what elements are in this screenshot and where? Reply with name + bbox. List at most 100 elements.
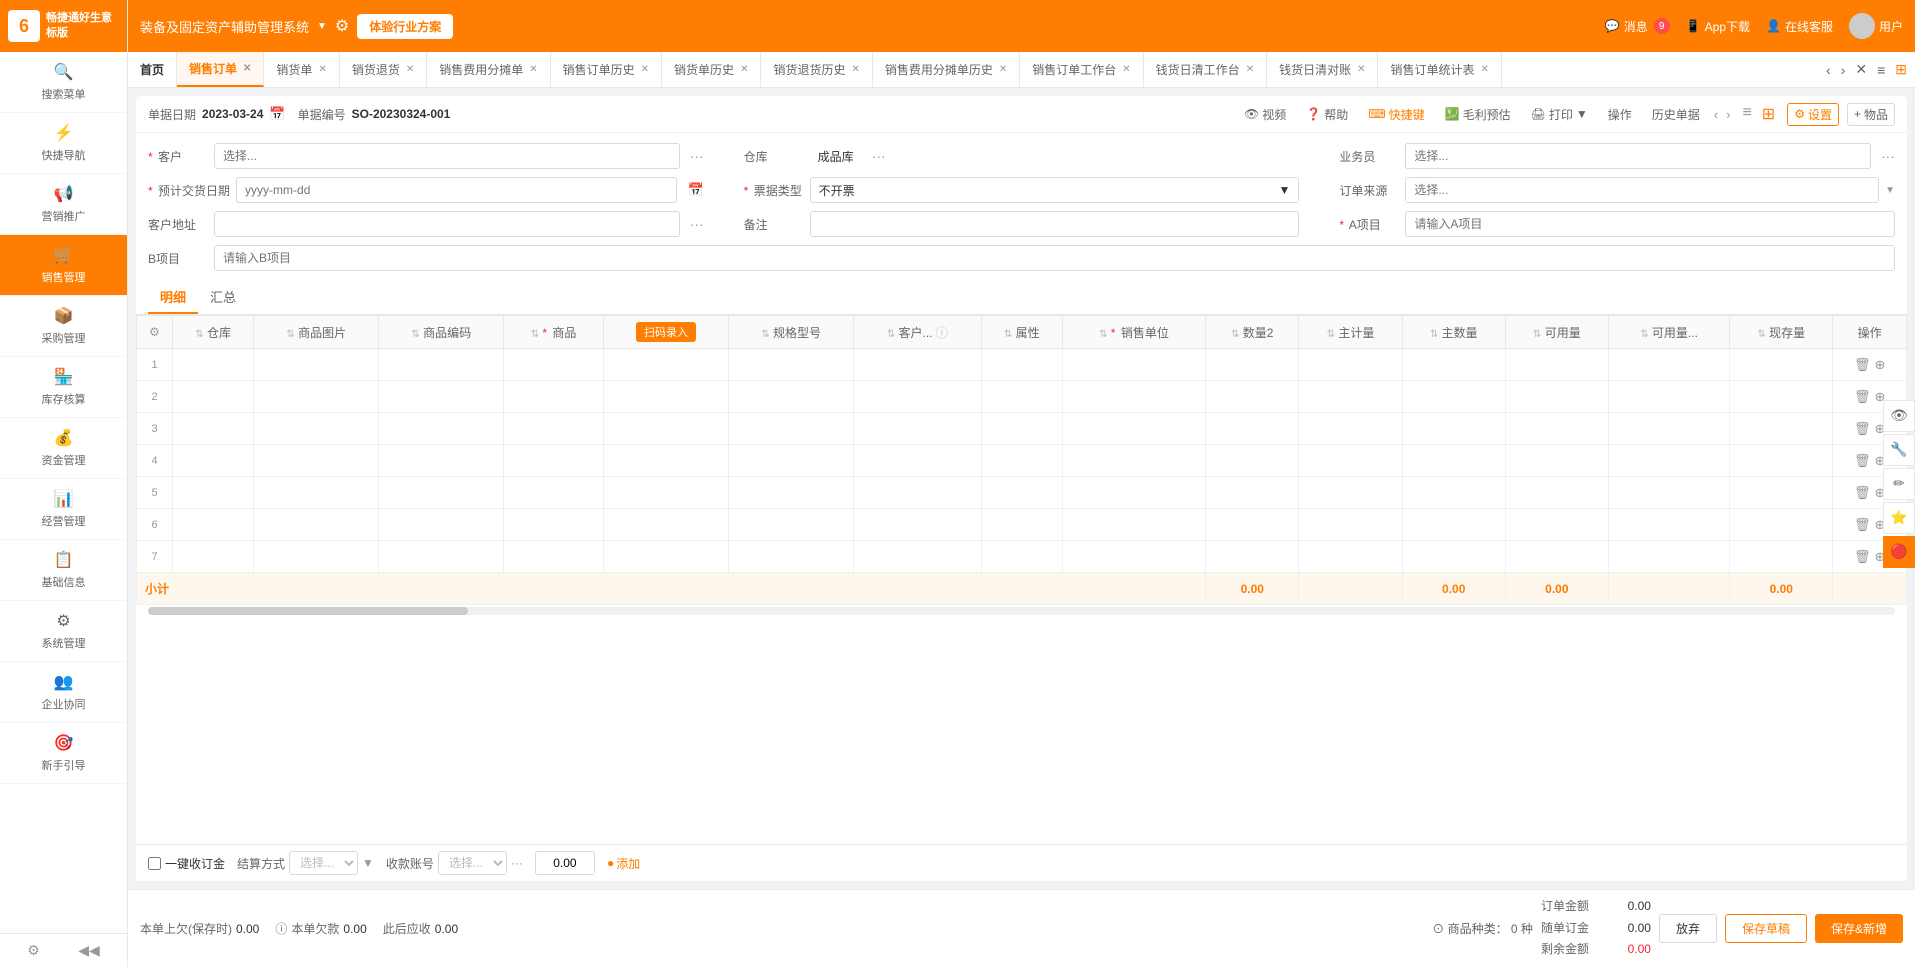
tab-daily-workbench[interactable]: 钱货日清工作台 ✕	[1144, 52, 1267, 87]
shortcut-btn[interactable]: ⌨ 快捷键	[1362, 104, 1430, 125]
settings-bottom-icon[interactable]: ⚙	[27, 942, 40, 959]
tab-home[interactable]: 首页	[128, 52, 177, 87]
sidebar-item-management[interactable]: 📊 经营管理	[0, 479, 127, 540]
profit-btn[interactable]: 💹 毛利预估	[1439, 104, 1517, 125]
tab-close-icon[interactable]: ✕	[1481, 64, 1489, 75]
row-delete-icon[interactable]: 🗑	[1854, 485, 1871, 501]
float-btn-3[interactable]: ✏	[1883, 468, 1915, 500]
invoice-select[interactable]: 不开票 ▼	[810, 177, 1300, 203]
tab-menu-icon[interactable]: ≡	[1873, 60, 1889, 80]
print-btn[interactable]: 🖨 打印 ▼	[1525, 104, 1594, 125]
row-delete-icon[interactable]: 🗑	[1854, 549, 1871, 565]
tab-order-history[interactable]: 销售订单历史 ✕	[551, 52, 662, 87]
next-record-icon[interactable]: ›	[1726, 107, 1730, 122]
scan-button[interactable]: 扫码录入	[636, 322, 696, 342]
system-title-dropdown-icon[interactable]: ▼	[317, 21, 327, 32]
order-source-input[interactable]	[1405, 177, 1879, 203]
delivery-calendar-icon[interactable]: 📅	[687, 182, 703, 198]
sidebar-item-inventory[interactable]: 🏪 库存核算	[0, 357, 127, 418]
payment-method-dropdown-icon[interactable]: ▼	[362, 856, 374, 870]
settings-btn[interactable]: ⚙ 设置	[1787, 103, 1839, 126]
a-project-input[interactable]	[1405, 211, 1895, 237]
tab-close-icon[interactable]: ✕	[641, 64, 649, 75]
sidebar-item-purchase[interactable]: 📦 采购管理	[0, 296, 127, 357]
staff-input[interactable]	[1405, 143, 1871, 169]
add-payment-button[interactable]: ● 添加	[607, 855, 640, 872]
tab-order-workbench[interactable]: 销售订单工作台 ✕	[1020, 52, 1143, 87]
scrollbar-thumb[interactable]	[148, 607, 468, 615]
save-new-button[interactable]: 保存&新增	[1815, 914, 1903, 943]
tab-close-icon[interactable]: ✕	[406, 64, 414, 75]
column-settings-icon[interactable]: ⚙	[149, 325, 160, 339]
discard-button[interactable]: 放弃	[1659, 914, 1717, 943]
tab-expand-icon[interactable]: ⊞	[1891, 59, 1911, 80]
sidebar-item-sales[interactable]: 🛒 销售管理	[0, 235, 127, 296]
row-delete-icon[interactable]: 🗑	[1854, 517, 1871, 533]
b-project-input[interactable]	[214, 245, 1895, 271]
row-delete-icon[interactable]: 🗑	[1854, 357, 1871, 373]
tab-close-icon[interactable]: ✕	[1122, 64, 1130, 75]
tab-close-icon[interactable]: ✕	[318, 64, 326, 75]
address-more-icon[interactable]: ···	[690, 216, 704, 232]
tab-close-icon[interactable]: ✕	[243, 63, 251, 74]
tab-next-icon[interactable]: ›	[1837, 60, 1850, 80]
one-click-checkbox[interactable]: 一键收订金	[148, 855, 225, 872]
row-delete-icon[interactable]: 🗑	[1854, 453, 1871, 469]
user-btn[interactable]: 用户	[1849, 13, 1903, 39]
sidebar-item-marketing[interactable]: 📢 营销推广	[0, 174, 127, 235]
tab-close-icon[interactable]: ✕	[1246, 64, 1254, 75]
payment-method-select[interactable]: 选择...	[289, 851, 358, 875]
delivery-date-input[interactable]	[236, 177, 677, 203]
detail-tab-detail[interactable]: 明细	[148, 281, 198, 314]
tab-expense-history[interactable]: 销售费用分摊单历史 ✕	[873, 52, 1020, 87]
account-more-icon[interactable]: ···	[511, 856, 523, 870]
sidebar-item-basic[interactable]: 📋 基础信息	[0, 540, 127, 601]
detail-tab-summary[interactable]: 汇总	[198, 281, 248, 314]
plan-button[interactable]: 体验行业方案	[357, 14, 453, 39]
header-settings-icon[interactable]: ⚙	[335, 16, 349, 36]
sidebar-item-finance[interactable]: 💰 资金管理	[0, 418, 127, 479]
customer-input[interactable]	[214, 143, 680, 169]
row-code[interactable]	[379, 349, 504, 381]
app-download-btn[interactable]: 📱 App下载	[1686, 18, 1750, 35]
tab-close-icon[interactable]: ✕	[529, 64, 537, 75]
float-btn-4[interactable]: ⭐	[1883, 502, 1915, 534]
row-main-qty[interactable]	[1402, 349, 1505, 381]
amount-input[interactable]	[535, 851, 595, 875]
customer-code-help-icon[interactable]: ⓘ	[936, 326, 948, 340]
account-select[interactable]: 选择...	[438, 851, 507, 875]
message-btn[interactable]: 💬 消息 9	[1605, 18, 1670, 35]
horizontal-scrollbar[interactable]	[148, 607, 1895, 615]
save-draft-button[interactable]: 保存草稿	[1725, 914, 1807, 943]
collapse-icon[interactable]: ◀◀	[78, 942, 100, 959]
add-goods-btn[interactable]: + 物品	[1847, 103, 1895, 126]
tab-goods-history[interactable]: 销货单历史 ✕	[662, 52, 761, 87]
history-btn[interactable]: 历史单据	[1646, 104, 1706, 125]
row-qty2[interactable]	[1206, 349, 1299, 381]
sidebar-item-enterprise[interactable]: 👥 企业协同	[0, 662, 127, 723]
customer-more-icon[interactable]: ···	[690, 148, 704, 164]
tab-daily-reconcile[interactable]: 钱货日清对账 ✕	[1267, 52, 1378, 87]
order-source-dropdown-icon[interactable]: ▼	[1885, 185, 1895, 196]
one-click-input[interactable]	[148, 857, 161, 870]
tab-close-icon[interactable]: ✕	[999, 64, 1007, 75]
row-attribute[interactable]	[981, 349, 1062, 381]
view-btn[interactable]: 👁 视频	[1238, 104, 1292, 125]
operation-btn[interactable]: 操作	[1602, 104, 1638, 125]
calendar-icon[interactable]: 📅	[269, 106, 285, 122]
tab-close-icon[interactable]: ✕	[740, 64, 748, 75]
tab-close-icon[interactable]: ✕	[851, 64, 859, 75]
help-btn[interactable]: ❓ 帮助	[1300, 104, 1354, 125]
sidebar-item-nav[interactable]: ⚡ 快捷导航	[0, 113, 127, 174]
row-warehouse[interactable]	[173, 349, 254, 381]
tab-expense-split[interactable]: 销售费用分摊单 ✕	[427, 52, 550, 87]
sidebar-item-guide[interactable]: 🎯 新手引导	[0, 723, 127, 784]
sidebar-item-search[interactable]: 🔍 搜索菜单	[0, 52, 127, 113]
online-service-btn[interactable]: 👤 在线客服	[1766, 18, 1833, 35]
float-btn-2[interactable]: 🔧	[1883, 434, 1915, 466]
prev-record-icon[interactable]: ‹	[1714, 107, 1718, 122]
tab-order-stats[interactable]: 销售订单统计表 ✕	[1378, 52, 1501, 87]
row-unit[interactable]	[1062, 349, 1205, 381]
row-spec[interactable]	[729, 349, 854, 381]
tab-close-icon[interactable]: ✕	[1357, 64, 1365, 75]
